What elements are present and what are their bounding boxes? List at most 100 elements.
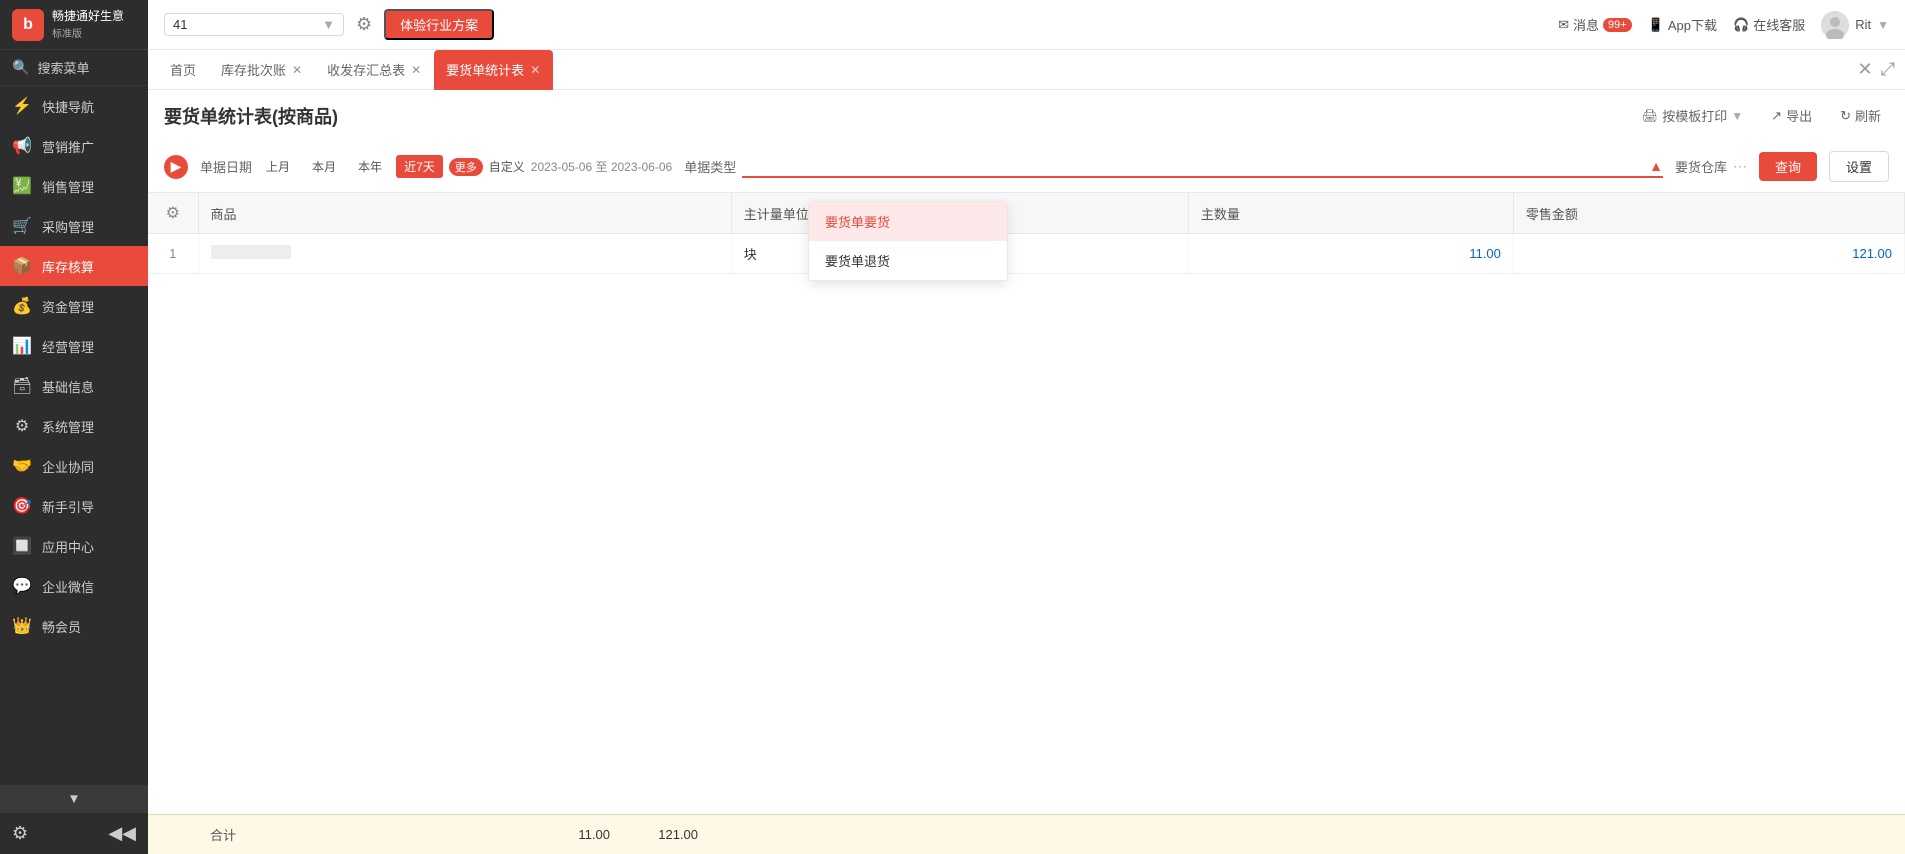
app-logo: b 畅捷通好生意 标准版 [0,0,148,50]
tab-receipt-summary-close[interactable]: ✕ [411,63,421,77]
col-settings[interactable]: ⚙ [148,193,198,234]
top-header: 41 ▼ ⚙ 体验行业方案 ✉ 消息 99+ 📱 App下载 🎧 在线客服 [148,0,1905,50]
date-last-7-days[interactable]: 近7天 [396,155,443,178]
print-icon: 🖨 [1642,108,1659,124]
filter-settings-button[interactable]: 设置 [1829,151,1889,182]
tab-inventory-batch-label: 库存批次账 [221,60,286,79]
type-filter-group: 单据类型 ▲ [684,155,1663,178]
footer-quantity: 11.00 [550,827,630,842]
nav-label-appstore: 应用中心 [42,537,136,556]
sidebar-item-guide[interactable]: 🎯 新手引导 [0,486,148,526]
date-last-month[interactable]: 上月 [258,155,298,178]
print-dropdown-arrow: ▼ [1731,109,1743,123]
type-filter-label: 单据类型 [684,157,736,176]
col-settings-icon[interactable]: ⚙ [166,205,180,222]
quick-nav-icon: ⚡ [12,96,32,116]
sidebar-item-quick-nav[interactable]: ⚡ 快捷导航 [0,86,148,126]
tab-inventory-batch[interactable]: 库存批次账 ✕ [209,50,315,90]
nav-label-finance: 资金管理 [42,297,136,316]
export-button[interactable]: ↗ 导出 [1763,102,1820,129]
filter-bar: ▶ 单据日期 上月 本月 本年 近7天 更多 自定义 2023-05-06 至 … [148,141,1905,193]
refresh-button[interactable]: ↻ 刷新 [1832,102,1889,129]
sidebar-item-sales[interactable]: 💹 销售管理 [0,166,148,206]
sidebar-scroll-down[interactable]: ▼ [0,785,148,812]
marketing-icon: 📢 [12,136,32,156]
appstore-icon: 🔲 [12,536,32,556]
sidebar-item-marketing[interactable]: 📢 营销推广 [0,126,148,166]
nav-label-system: 系统管理 [42,417,136,436]
messages-button[interactable]: ✉ 消息 99+ [1558,15,1632,34]
header-left: 41 ▼ ⚙ 体验行业方案 [164,9,494,40]
inventory-icon: 📦 [12,256,32,276]
type-dropdown-arrow[interactable]: ▲ [1649,158,1663,174]
warehouse-filter-group: 要货仓库 ⋯ [1675,157,1747,176]
sidebar-item-system[interactable]: ⚙ 系统管理 [0,406,148,446]
more-dates-button[interactable]: 更多 [449,158,483,176]
operations-icon: 📊 [12,336,32,356]
tab-order-stats-close[interactable]: ✕ [530,63,540,77]
avatar [1821,11,1849,39]
sidebar-item-inventory[interactable]: 📦 库存核算 [0,246,148,286]
breadcrumb-value: 41 [173,17,187,32]
app-download-button[interactable]: 📱 App下载 [1648,15,1717,34]
search-menu[interactable]: 🔍 搜索菜单 [0,50,148,86]
print-template-button[interactable]: 🖨 按模板打印 ▼ [1634,102,1751,129]
breadcrumb-input[interactable]: 41 ▼ [164,13,344,36]
nav-label-quick-nav: 快捷导航 [42,97,136,116]
user-name: Rit [1855,17,1871,32]
sidebar-item-wechat[interactable]: 💬 企业微信 [0,566,148,606]
nav-label-marketing: 营销推广 [42,137,136,156]
sidebar-item-member[interactable]: 👑 畅会员 [0,606,148,646]
filter-expand-button[interactable]: ▶ [164,155,188,179]
tab-order-stats[interactable]: 要货单统计表 ✕ [434,50,553,90]
promo-button[interactable]: 体验行业方案 [384,9,494,40]
print-template-label: 按模板打印 [1662,106,1727,125]
collapse-icon[interactable]: ◀◀ [108,823,136,844]
query-button[interactable]: 查询 [1759,152,1817,181]
date-this-month[interactable]: 本月 [304,155,344,178]
page-actions: 🖨 按模板打印 ▼ ↗ 导出 ↻ 刷新 [1634,102,1889,141]
sidebar-item-cooperation[interactable]: 🤝 企业协同 [0,446,148,486]
tab-inventory-batch-close[interactable]: ✕ [292,63,302,77]
tabs-bar: 首页 库存批次账 ✕ 收发存汇总表 ✕ 要货单统计表 ✕ ✕ ⤢ [148,50,1905,90]
date-this-year[interactable]: 本年 [350,155,390,178]
sidebar-item-purchase[interactable]: 🛒 采购管理 [0,206,148,246]
online-service-button[interactable]: 🎧 在线客服 [1733,15,1805,34]
sales-icon: 💹 [12,176,32,196]
date-filter-label: 单据日期 [200,157,252,176]
nav-label-sales: 销售管理 [42,177,136,196]
sidebar-item-appstore[interactable]: 🔲 应用中心 [0,526,148,566]
app-name: 畅捷通好生意 [52,9,124,25]
cell-product [198,234,731,274]
custom-date-button[interactable]: 自定义 [489,158,525,175]
tab-home-label: 首页 [170,60,196,79]
expand-icon[interactable]: ⤢ [1881,59,1895,80]
nav-label-basic: 基础信息 [42,377,136,396]
nav-label-member: 畅会员 [42,617,136,636]
tab-home[interactable]: 首页 [158,50,209,90]
nav-list: ⚡ 快捷导航 📢 营销推广 💹 销售管理 🛒 采购管理 📦 库存核算 💰 资金管… [0,86,148,785]
table-header-row: ⚙ 商品 主计量单位 主数量 零售金额 [148,193,1905,234]
cell-quantity: 11.00 [1188,234,1513,274]
dropdown-option-order-goods[interactable]: 要货单要货 [809,202,1007,241]
sidebar-item-finance[interactable]: 💰 资金管理 [0,286,148,326]
tab-receipt-summary-label: 收发存汇总表 [327,60,405,79]
footer-amount: 121.00 [630,827,710,842]
nav-label-cooperation: 企业协同 [42,457,136,476]
sidebar-item-basic[interactable]: 🗃 基础信息 [0,366,148,406]
settings-gear-icon[interactable]: ⚙ [356,14,372,35]
tabs-right-icons: ✕ ⤢ [1858,59,1896,80]
dropdown-option-order-return[interactable]: 要货单退货 [809,241,1007,280]
settings-icon[interactable]: ⚙ [12,823,28,844]
page-header: 要货单统计表(按商品) 🖨 按模板打印 ▼ ↗ 导出 ↻ 刷新 [148,90,1905,141]
sidebar-item-operations[interactable]: 📊 经营管理 [0,326,148,366]
close-window-icon[interactable]: ✕ [1858,59,1873,80]
refresh-icon: ↻ [1840,108,1851,124]
breadcrumb-arrow: ▼ [322,17,335,32]
tab-receipt-summary[interactable]: 收发存汇总表 ✕ [315,50,434,90]
export-label: 导出 [1786,106,1812,125]
type-filter-input[interactable] [742,155,1645,176]
purchase-icon: 🛒 [12,216,32,236]
user-area[interactable]: Rit ▼ [1821,11,1889,39]
warehouse-more-icon[interactable]: ⋯ [1733,158,1747,175]
